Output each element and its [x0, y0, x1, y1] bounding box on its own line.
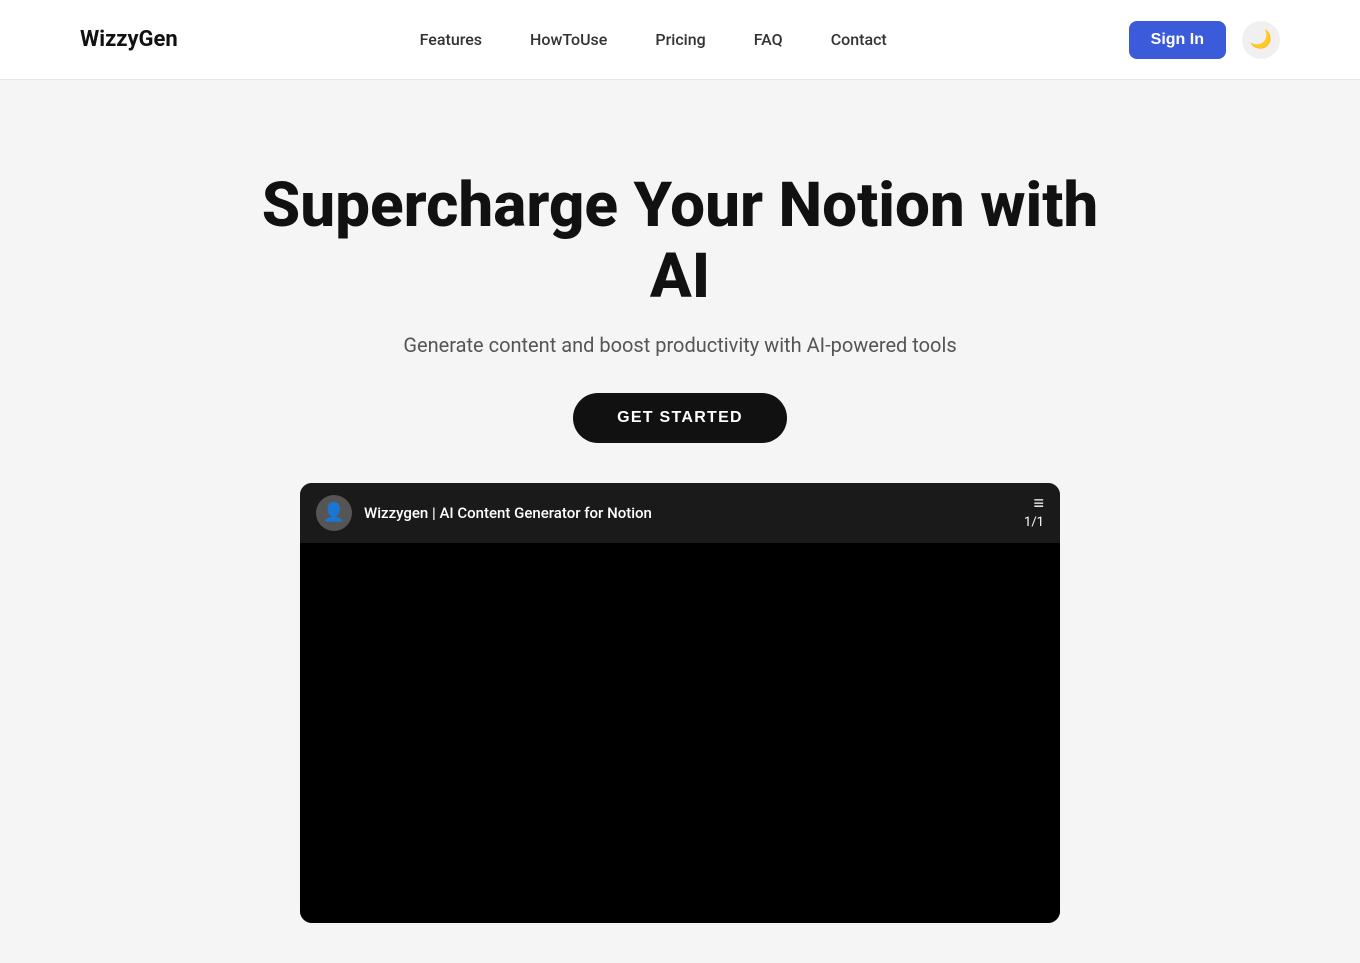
video-topbar: 👤 Wizzygen | AI Content Generator for No… — [300, 483, 1060, 543]
hero-section: Supercharge Your Notion with AI Generate… — [0, 80, 1360, 963]
nav-link-features[interactable]: Features — [420, 30, 482, 49]
video-topbar-right: ≡ 1/1 — [1024, 495, 1044, 530]
nav-links: Features HowToUse Pricing FAQ Contact — [420, 30, 887, 49]
navbar-right: Sign In 🌙 — [1129, 21, 1280, 59]
moon-icon: 🌙 — [1250, 29, 1272, 50]
avatar-icon: 👤 — [323, 502, 345, 523]
get-started-button[interactable]: GET STARTED — [573, 393, 787, 443]
video-topbar-left: 👤 Wizzygen | AI Content Generator for No… — [316, 495, 652, 531]
nav-link-howtouse[interactable]: HowToUse — [530, 30, 607, 49]
hero-subtitle: Generate content and boost productivity … — [403, 333, 956, 357]
video-container: 👤 Wizzygen | AI Content Generator for No… — [300, 483, 1060, 923]
nav-link-faq[interactable]: FAQ — [754, 30, 783, 49]
video-title: Wizzygen | AI Content Generator for Noti… — [364, 504, 652, 522]
queue-icon: ≡ — [1033, 495, 1044, 513]
video-counter: 1/1 — [1024, 515, 1044, 530]
video-body[interactable] — [300, 543, 1060, 923]
site-logo[interactable]: WizzyGen — [80, 27, 178, 52]
nav-link-pricing[interactable]: Pricing — [655, 30, 705, 49]
dark-mode-toggle[interactable]: 🌙 — [1242, 21, 1280, 59]
hero-title: Supercharge Your Notion with AI — [250, 170, 1110, 313]
sign-in-button[interactable]: Sign In — [1129, 21, 1226, 59]
video-channel-avatar: 👤 — [316, 495, 352, 531]
navbar: WizzyGen Features HowToUse Pricing FAQ C… — [0, 0, 1360, 80]
nav-link-contact[interactable]: Contact — [831, 30, 887, 49]
